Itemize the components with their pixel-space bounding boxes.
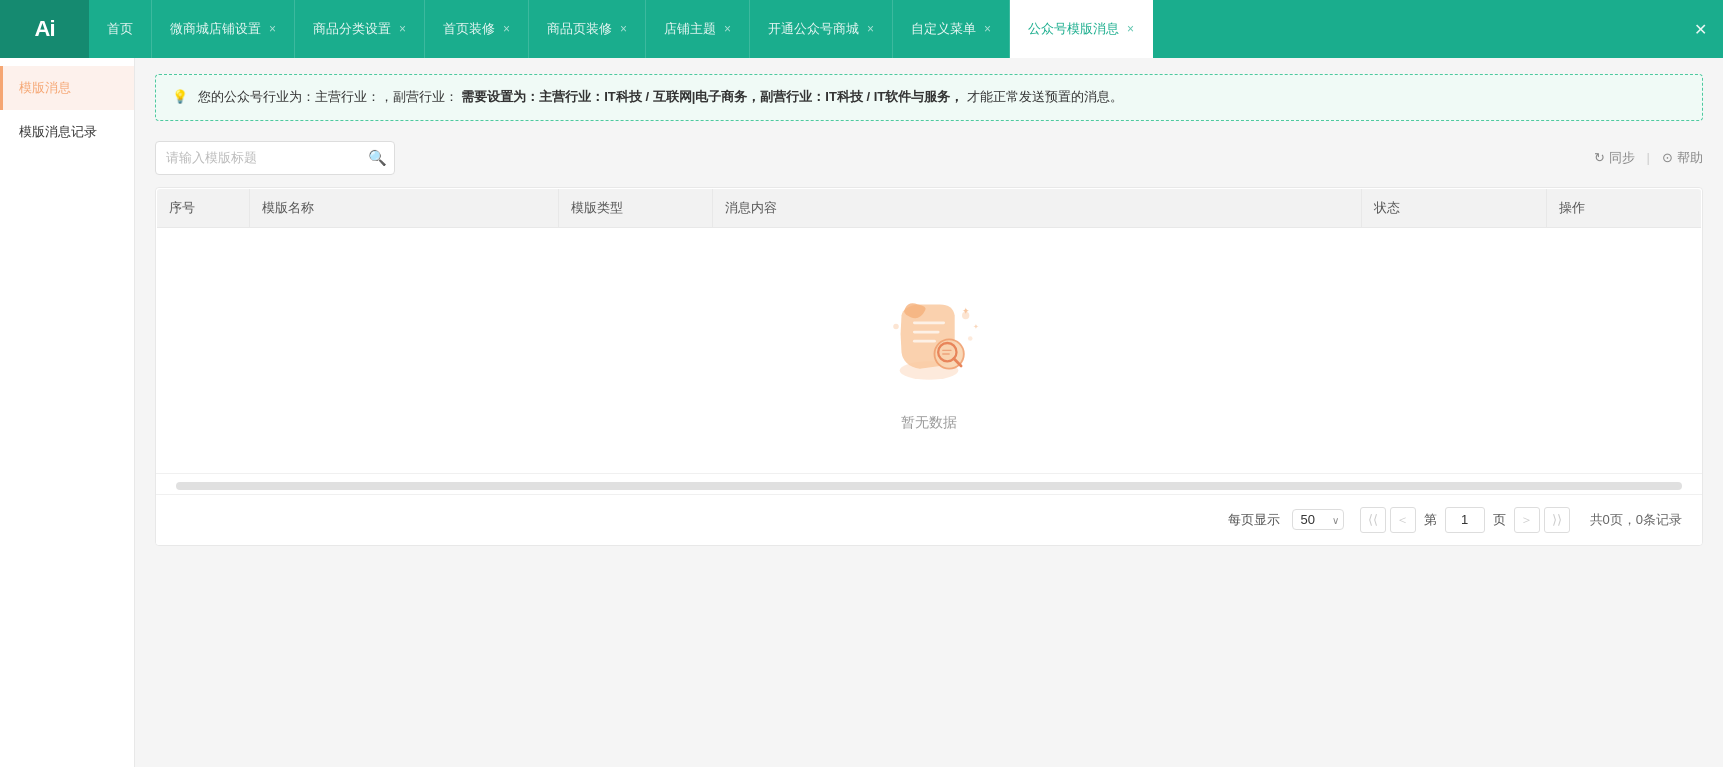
tab-label-template-msg: 公众号模版消息 bbox=[1028, 20, 1119, 38]
help-icon: ⊙ bbox=[1662, 150, 1673, 165]
tab-close-product-category[interactable]: × bbox=[399, 22, 406, 36]
table-wrapper: 序号模版名称模版类型消息内容状态操作 bbox=[155, 187, 1703, 546]
tab-store-theme[interactable]: 店铺主题 × bbox=[646, 0, 750, 58]
notice-prefix: 您的公众号行业为：主营行业：，副营行业： bbox=[198, 89, 458, 104]
divider: | bbox=[1647, 150, 1650, 165]
per-page-select-wrap: 50 10 20 100 bbox=[1292, 509, 1344, 530]
tab-close-wsc-store[interactable]: × bbox=[269, 22, 276, 36]
total-text: 共0页，0条记录 bbox=[1590, 511, 1682, 529]
tab-custom-menu[interactable]: 自定义菜单 × bbox=[893, 0, 1010, 58]
empty-illustration: ✦ ✦ bbox=[874, 288, 984, 398]
notice-highlight: 需要设置为：主营行业：IT科技 / 互联网|电子商务，副营行业：IT科技 / I… bbox=[461, 89, 963, 104]
page-next-button[interactable]: ＞ bbox=[1514, 507, 1540, 533]
table-body: ✦ ✦ 暂无数据 bbox=[157, 227, 1702, 472]
data-table: 序号模版名称模版类型消息内容状态操作 bbox=[156, 188, 1702, 473]
tab-close-store-theme[interactable]: × bbox=[724, 22, 731, 36]
search-actions: ↻ 同步 | ⊙ 帮助 bbox=[1594, 149, 1703, 167]
tab-home-decor[interactable]: 首页装修 × bbox=[425, 0, 529, 58]
col-type: 模版类型 bbox=[558, 188, 713, 227]
help-button[interactable]: ⊙ 帮助 bbox=[1662, 149, 1703, 167]
page-unit: 页 bbox=[1493, 511, 1506, 529]
tab-label-open-wechat-mall: 开通公众号商城 bbox=[768, 20, 859, 38]
search-input[interactable] bbox=[155, 141, 395, 175]
sidebar: 模版消息模版消息记录 bbox=[0, 58, 135, 767]
empty-state: ✦ ✦ 暂无数据 bbox=[157, 228, 1701, 472]
page-input[interactable] bbox=[1445, 507, 1485, 533]
bulb-icon: 💡 bbox=[172, 89, 188, 104]
pagination: 每页显示 50 10 20 100 ⟨⟨ ＜ 第 页 ＞ ⟩⟩ bbox=[156, 494, 1702, 545]
search-input-wrap: 🔍 bbox=[155, 141, 395, 175]
page-label: 第 bbox=[1424, 511, 1437, 529]
col-content: 消息内容 bbox=[713, 188, 1362, 227]
main-layout: 模版消息模版消息记录 💡 您的公众号行业为：主营行业：，副营行业： 需要设置为：… bbox=[0, 58, 1723, 767]
tab-open-wechat-mall[interactable]: 开通公众号商城 × bbox=[750, 0, 893, 58]
search-bar: 🔍 ↻ 同步 | ⊙ 帮助 bbox=[155, 141, 1703, 175]
tab-label-product-category: 商品分类设置 bbox=[313, 20, 391, 38]
notice-box: 💡 您的公众号行业为：主营行业：，副营行业： 需要设置为：主营行业：IT科技 /… bbox=[155, 74, 1703, 121]
page-prev-button[interactable]: ＜ bbox=[1390, 507, 1416, 533]
tab-bar: Ai 首页微商城店铺设置×商品分类设置×首页装修×商品页装修×店铺主题×开通公众… bbox=[0, 0, 1723, 58]
notice-suffix: 才能正常发送预置的消息。 bbox=[967, 89, 1123, 104]
tab-label-custom-menu: 自定义菜单 bbox=[911, 20, 976, 38]
tab-close-product-page-decor[interactable]: × bbox=[620, 22, 627, 36]
tab-label-wsc-store: 微商城店铺设置 bbox=[170, 20, 261, 38]
tabs-container: 首页微商城店铺设置×商品分类设置×首页装修×商品页装修×店铺主题×开通公众号商城… bbox=[89, 0, 1678, 58]
sidebar-item-template-msg-record[interactable]: 模版消息记录 bbox=[0, 110, 134, 154]
help-label: 帮助 bbox=[1677, 149, 1703, 167]
col-seq: 序号 bbox=[157, 188, 250, 227]
tab-close-template-msg[interactable]: × bbox=[1127, 22, 1134, 36]
sync-icon: ↻ bbox=[1594, 150, 1605, 165]
col-status: 状态 bbox=[1362, 188, 1547, 227]
svg-text:✦: ✦ bbox=[973, 322, 979, 331]
col-name: 模版名称 bbox=[249, 188, 558, 227]
fake-scrollbar[interactable] bbox=[176, 482, 1682, 490]
sync-label: 同步 bbox=[1609, 149, 1635, 167]
tab-product-category[interactable]: 商品分类设置 × bbox=[295, 0, 425, 58]
per-page-select[interactable]: 50 10 20 100 bbox=[1292, 509, 1344, 530]
tab-home[interactable]: 首页 bbox=[89, 0, 152, 58]
page-last-button[interactable]: ⟩⟩ bbox=[1544, 507, 1570, 533]
tab-wsc-store[interactable]: 微商城店铺设置 × bbox=[152, 0, 295, 58]
tab-label-home-decor: 首页装修 bbox=[443, 20, 495, 38]
sidebar-nav: 模版消息模版消息记录 bbox=[0, 66, 134, 154]
svg-text:✦: ✦ bbox=[962, 305, 970, 315]
table-header: 序号模版名称模版类型消息内容状态操作 bbox=[157, 188, 1702, 227]
tab-label-home: 首页 bbox=[107, 20, 133, 38]
tab-close-custom-menu[interactable]: × bbox=[984, 22, 991, 36]
empty-row: ✦ ✦ 暂无数据 bbox=[157, 227, 1702, 472]
search-icon[interactable]: 🔍 bbox=[368, 149, 387, 167]
tab-product-page-decor[interactable]: 商品页装修 × bbox=[529, 0, 646, 58]
page-first-button[interactable]: ⟨⟨ bbox=[1360, 507, 1386, 533]
close-all-button[interactable]: ✕ bbox=[1678, 20, 1723, 39]
sidebar-item-template-msg[interactable]: 模版消息 bbox=[0, 66, 134, 110]
app-logo: Ai bbox=[0, 0, 89, 58]
content-area: 💡 您的公众号行业为：主营行业：，副营行业： 需要设置为：主营行业：IT科技 /… bbox=[135, 58, 1723, 767]
scrollbar-area bbox=[156, 473, 1702, 494]
tab-close-open-wechat-mall[interactable]: × bbox=[867, 22, 874, 36]
svg-point-9 bbox=[893, 324, 899, 330]
col-action: 操作 bbox=[1547, 188, 1702, 227]
page-nav: ⟨⟨ ＜ 第 页 ＞ ⟩⟩ bbox=[1360, 507, 1570, 533]
tab-label-store-theme: 店铺主题 bbox=[664, 20, 716, 38]
tab-template-msg[interactable]: 公众号模版消息 × bbox=[1010, 0, 1153, 58]
tab-label-product-page-decor: 商品页装修 bbox=[547, 20, 612, 38]
per-page-label: 每页显示 bbox=[1228, 511, 1280, 529]
empty-text: 暂无数据 bbox=[901, 414, 957, 432]
tab-close-home-decor[interactable]: × bbox=[503, 22, 510, 36]
svg-point-11 bbox=[968, 336, 973, 341]
sync-button[interactable]: ↻ 同步 bbox=[1594, 149, 1635, 167]
